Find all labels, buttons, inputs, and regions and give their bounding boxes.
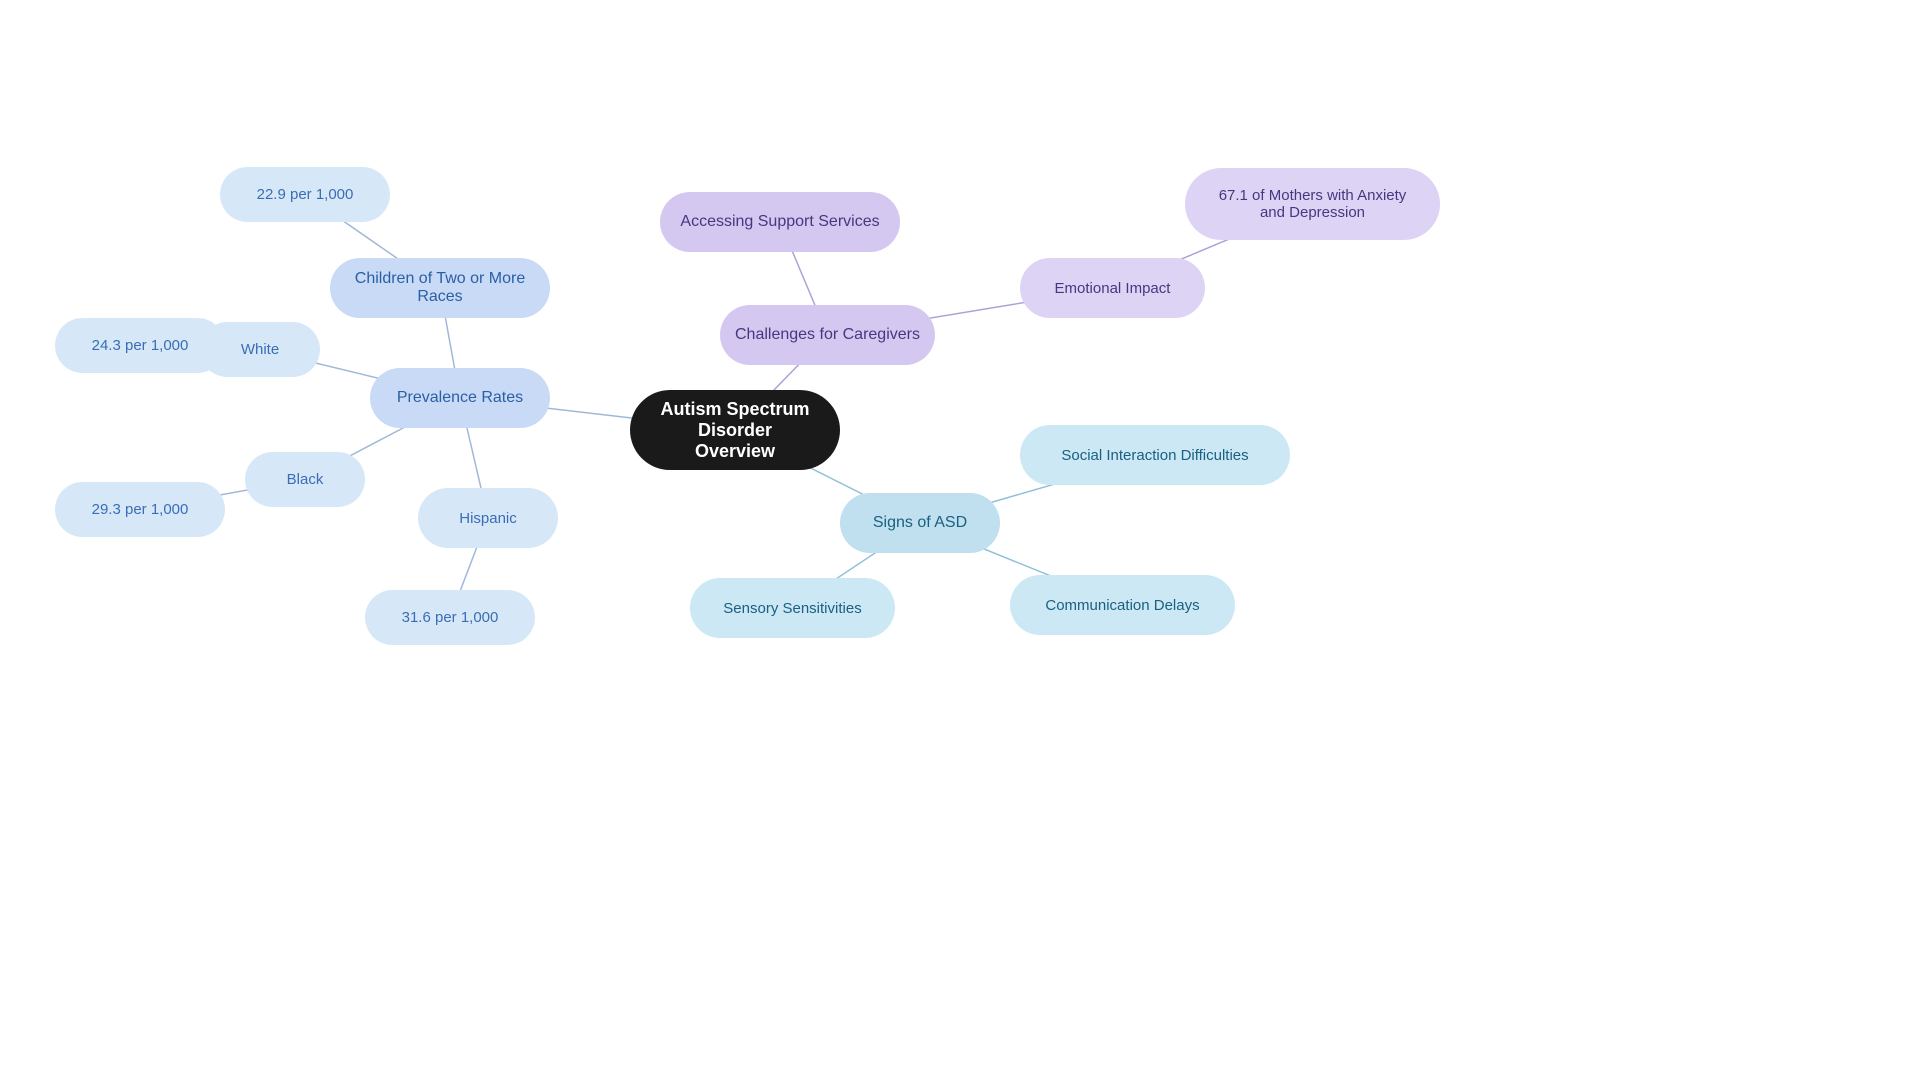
rate-31-6-label: 31.6 per 1,000 xyxy=(402,609,499,626)
rate-22-9-label: 22.9 per 1,000 xyxy=(257,186,354,203)
rate-29-3-label: 29.3 per 1,000 xyxy=(92,501,189,518)
rate-24-3-label: 24.3 per 1,000 xyxy=(92,337,189,354)
communication-delays-node[interactable]: Communication Delays xyxy=(1010,575,1235,635)
children-two-races-node[interactable]: Children of Two or More Races xyxy=(330,258,550,318)
black-node[interactable]: Black xyxy=(245,452,365,507)
sensory-sensitivities-label: Sensory Sensitivities xyxy=(723,600,861,617)
children-two-races-label: Children of Two or More Races xyxy=(330,270,550,306)
social-interaction-node[interactable]: Social Interaction Difficulties xyxy=(1020,425,1290,485)
emotional-impact-label: Emotional Impact xyxy=(1055,280,1171,297)
accessing-support-node[interactable]: Accessing Support Services xyxy=(660,192,900,252)
white-label: White xyxy=(241,341,279,358)
center-node[interactable]: Autism Spectrum Disorder Overview xyxy=(630,390,840,470)
challenges-caregivers-node[interactable]: Challenges for Caregivers xyxy=(720,305,935,365)
prevalence-rates-label: Prevalence Rates xyxy=(397,389,523,407)
challenges-caregivers-label: Challenges for Caregivers xyxy=(735,326,920,344)
rate-24-3-node[interactable]: 24.3 per 1,000 xyxy=(55,318,225,373)
communication-delays-label: Communication Delays xyxy=(1045,597,1199,614)
rate-29-3-node[interactable]: 29.3 per 1,000 xyxy=(55,482,225,537)
signs-asd-node[interactable]: Signs of ASD xyxy=(840,493,1000,553)
center-label: Autism Spectrum Disorder Overview xyxy=(630,399,840,462)
rate-22-9-node[interactable]: 22.9 per 1,000 xyxy=(220,167,390,222)
black-label: Black xyxy=(287,471,324,488)
emotional-impact-node[interactable]: Emotional Impact xyxy=(1020,258,1205,318)
signs-asd-label: Signs of ASD xyxy=(873,514,967,532)
rate-31-6-node[interactable]: 31.6 per 1,000 xyxy=(365,590,535,645)
anxiety-depression-node[interactable]: 67.1 of Mothers with Anxiety and Depress… xyxy=(1185,168,1440,240)
anxiety-depression-label: 67.1 of Mothers with Anxiety and Depress… xyxy=(1219,187,1407,221)
hispanic-label: Hispanic xyxy=(459,510,517,527)
sensory-sensitivities-node[interactable]: Sensory Sensitivities xyxy=(690,578,895,638)
accessing-support-label: Accessing Support Services xyxy=(680,213,879,231)
hispanic-node[interactable]: Hispanic xyxy=(418,488,558,548)
social-interaction-label: Social Interaction Difficulties xyxy=(1061,447,1248,464)
prevalence-rates-node[interactable]: Prevalence Rates xyxy=(370,368,550,428)
